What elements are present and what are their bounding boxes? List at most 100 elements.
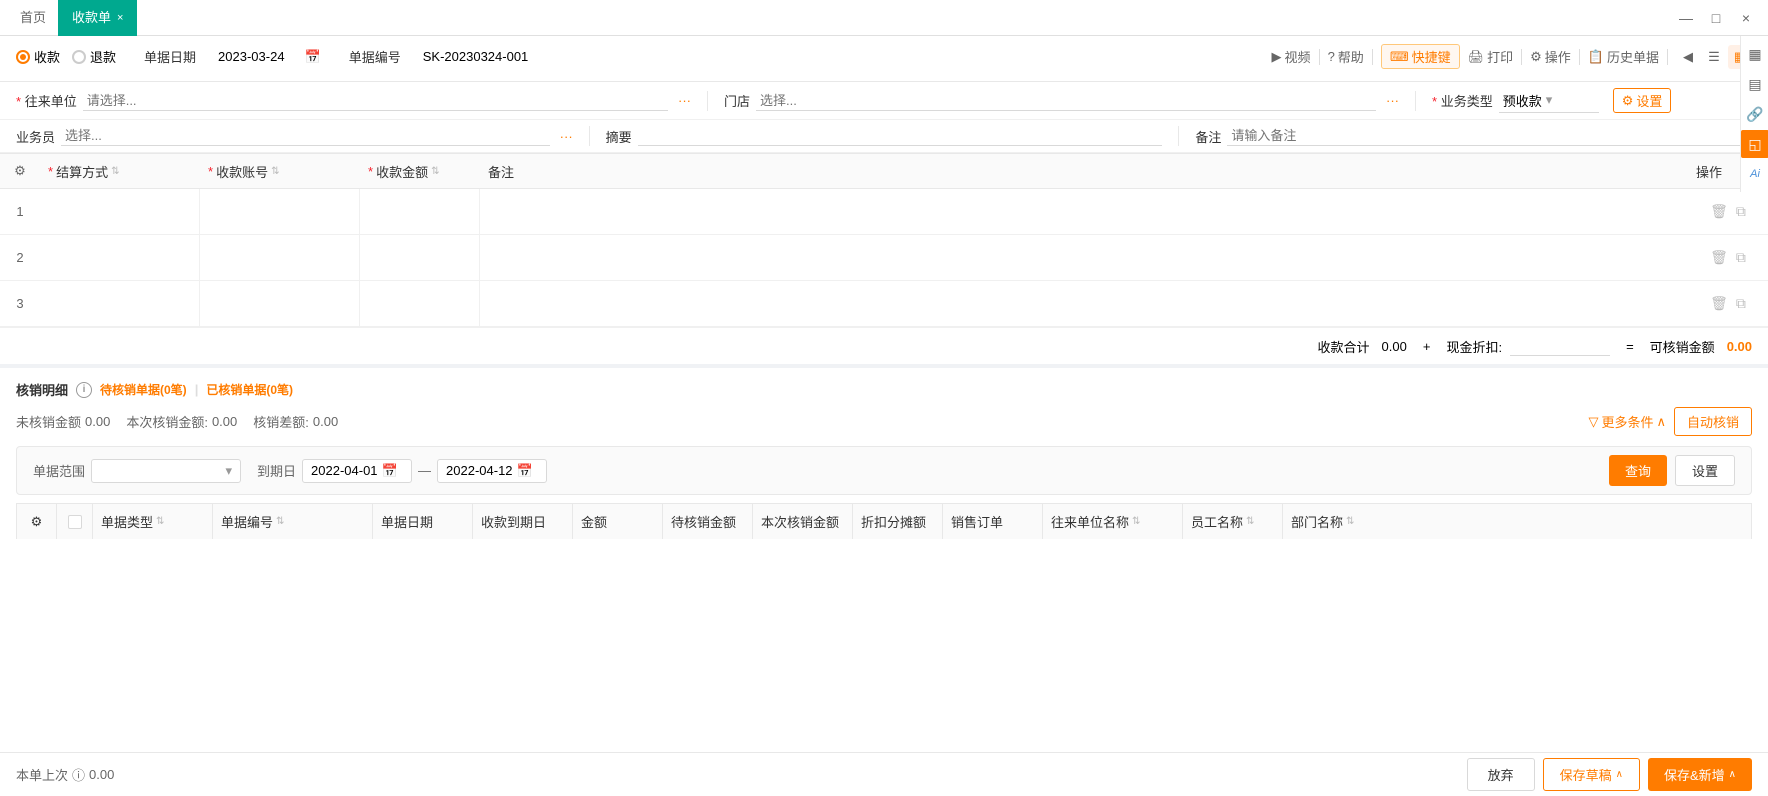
sort-icon-account[interactable]: ⇅ (271, 166, 279, 177)
video-icon: ▶ (1272, 49, 1282, 65)
radio-receipt-dot (16, 50, 30, 64)
rcol-check[interactable] (57, 504, 93, 539)
chevron-up-icon: ∧ (1656, 414, 1666, 430)
window-minimize[interactable]: — (1672, 4, 1700, 32)
toolbar-right: ▶ 视频 ? 帮助 ⌨ 快捷键 🖨 打印 (1272, 44, 1752, 69)
tab-done[interactable]: 已核销单据(0笔) (206, 381, 293, 398)
table-row: 3 🗑 ⧉ (0, 281, 1768, 327)
radio-receipt[interactable]: 收款 (16, 47, 60, 66)
right-panel-btn3[interactable]: 🔗 (1741, 100, 1768, 128)
nav-home[interactable]: 首页 (8, 0, 58, 36)
btn-help[interactable]: ? 帮助 (1328, 47, 1364, 66)
info-icon[interactable]: i (76, 382, 92, 398)
select-all-checkbox[interactable] (68, 515, 82, 529)
summary-input[interactable] (638, 126, 1163, 146)
rcol-party-header: 往来单位名称 ⇅ (1043, 504, 1183, 539)
cell-account-2[interactable] (200, 235, 360, 281)
range-select[interactable]: ▾ (91, 459, 241, 483)
cell-method-1[interactable] (40, 189, 200, 235)
bottom-info-value: 0.00 (89, 767, 114, 782)
copy-icon-3[interactable]: ⧉ (1736, 295, 1746, 312)
cell-account-1[interactable] (200, 189, 360, 235)
cell-amount-3[interactable] (360, 281, 480, 327)
nav-tab-close[interactable]: × (117, 0, 123, 36)
cell-note-3[interactable] (480, 281, 1688, 327)
save-new-chevron-icon: ∧ (1729, 769, 1736, 780)
tab-pending[interactable]: 待核销单据(0笔) (100, 381, 187, 398)
date-to-input[interactable]: 2022-04-12 📅 (437, 459, 547, 483)
table-row: 1 🗑 ⧉ (0, 189, 1768, 235)
reconcile-settings-btn[interactable]: 设置 (1675, 455, 1735, 486)
party-input[interactable] (83, 91, 668, 111)
date-from-input[interactable]: 2022-04-01 📅 (302, 459, 412, 483)
cell-amount-2[interactable] (360, 235, 480, 281)
diff-label: 核销差额: (253, 412, 309, 431)
discard-btn[interactable]: 放弃 (1467, 758, 1535, 791)
nav-tab-receipt[interactable]: 收款单 × (58, 0, 137, 36)
staff-input[interactable] (61, 126, 550, 146)
cell-note-2[interactable] (480, 235, 1688, 281)
delete-icon-2[interactable]: 🗑 (1710, 249, 1728, 266)
query-btn[interactable]: 查询 (1609, 455, 1667, 486)
window-maximize[interactable]: □ (1702, 4, 1730, 32)
diff-stat: 核销差额: 0.00 (253, 412, 338, 431)
btn-print[interactable]: 🖨 打印 (1468, 47, 1514, 66)
cell-method-2[interactable] (40, 235, 200, 281)
sort-icon-no[interactable]: ⇅ (276, 516, 284, 527)
biz-type-dropdown[interactable]: 预收款 ▾ (1499, 89, 1599, 113)
layout-list[interactable]: ☰ (1702, 45, 1726, 69)
this-time-value: 0.00 (212, 414, 237, 429)
sort-icon[interactable]: ⇅ (111, 166, 119, 177)
col-settings-icon[interactable]: ⚙ (0, 163, 40, 179)
shop-more-icon[interactable]: ··· (1386, 93, 1399, 108)
help-icon: ? (1328, 49, 1335, 64)
right-panel-btn4[interactable]: ◱ (1741, 130, 1768, 158)
shop-label: 门店 (724, 91, 750, 110)
btn-ops[interactable]: ⚙ 操作 (1530, 47, 1571, 66)
ai-button[interactable]: Ai (1741, 160, 1768, 188)
sort-icon-amount[interactable]: ⇅ (431, 166, 439, 177)
filter-row: 单据范围 ▾ 到期日 2022-04-01 📅 — 2022-04-12 📅 (16, 446, 1752, 495)
cell-note-1[interactable] (480, 189, 1688, 235)
delete-icon-3[interactable]: 🗑 (1710, 295, 1728, 312)
form-settings-btn[interactable]: ⚙ 设置 (1613, 88, 1672, 113)
calendar-icon[interactable]: 📅 (305, 49, 321, 65)
rcol-discount-header: 折扣分摊额 (853, 504, 943, 539)
rcol-settings[interactable]: ⚙ (17, 504, 57, 539)
cell-account-3[interactable] (200, 281, 360, 327)
party-more-icon[interactable]: ··· (678, 93, 691, 108)
right-panel-btn1[interactable]: ▦ (1741, 40, 1768, 68)
cell-amount-1[interactable] (360, 189, 480, 235)
btn-history[interactable]: 📋 历史单据 (1588, 47, 1659, 66)
right-panel-btn2[interactable]: ▤ (1741, 70, 1768, 98)
copy-icon-1[interactable]: ⧉ (1736, 203, 1746, 220)
sort-icon-staff[interactable]: ⇅ (1246, 516, 1254, 527)
reconcile-section: 核销明细 i 待核销单据(0笔) | 已核销单据(0笔) 未核销金额 0.00 … (0, 364, 1768, 551)
window-close[interactable]: × (1732, 4, 1760, 32)
staff-more-icon[interactable]: ··· (560, 129, 573, 144)
form-header: 收款 退款 单据日期 2023-03-24 📅 单据编号 SK-20230324… (0, 36, 1768, 82)
remark-input[interactable] (1227, 126, 1752, 146)
copy-icon-2[interactable]: ⧉ (1736, 249, 1746, 266)
layout-prev[interactable]: ◀ (1676, 45, 1700, 69)
auto-reconcile-btn[interactable]: 自动核销 (1674, 407, 1752, 436)
rcol-salesorder-header: 销售订单 (943, 504, 1043, 539)
discount-input[interactable] (1510, 336, 1610, 356)
right-panel: ▦ ▤ 🔗 ◱ Ai (1740, 36, 1768, 192)
docno-value: SK-20230324-001 (423, 49, 529, 64)
shop-input[interactable] (756, 91, 1376, 111)
rcol-no-header: 单据编号 ⇅ (213, 504, 373, 539)
bottom-info-icon[interactable]: ⓘ (72, 765, 85, 784)
btn-video[interactable]: ▶ 视频 (1272, 47, 1311, 66)
save-draft-btn[interactable]: 保存草稿 ∧ (1543, 758, 1640, 791)
sort-icon-party[interactable]: ⇅ (1132, 516, 1140, 527)
cell-method-3[interactable] (40, 281, 200, 327)
delete-icon-1[interactable]: 🗑 (1710, 203, 1728, 220)
sort-icon-type[interactable]: ⇅ (156, 516, 164, 527)
staff-field: 业务员 ··· (16, 126, 573, 146)
btn-shortcut[interactable]: ⌨ 快捷键 (1381, 44, 1460, 69)
sort-icon-dept[interactable]: ⇅ (1346, 516, 1354, 527)
more-conditions-btn[interactable]: ▽ 更多条件 ∧ (1588, 412, 1666, 431)
save-new-btn[interactable]: 保存&新增 ∧ (1648, 758, 1752, 791)
radio-refund[interactable]: 退款 (72, 47, 116, 66)
